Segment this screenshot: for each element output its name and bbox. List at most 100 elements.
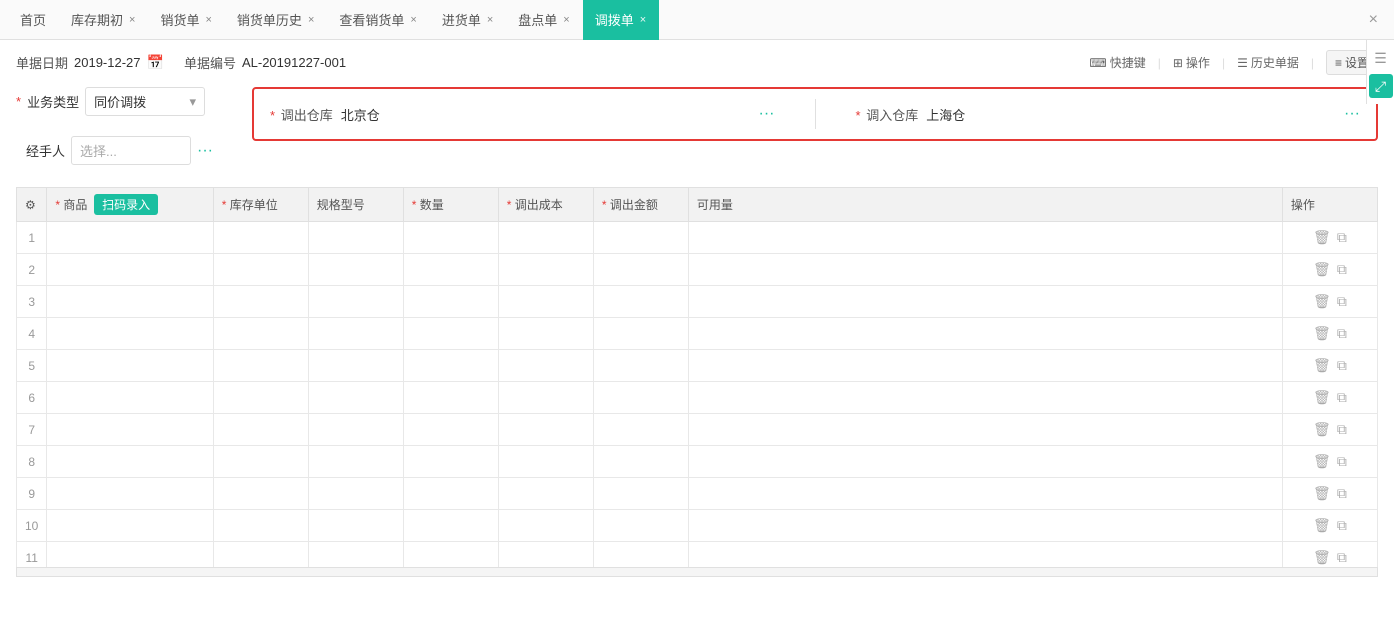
row-num: 5 bbox=[17, 350, 47, 382]
ops-cell: 🗑⧉ bbox=[1282, 382, 1377, 414]
copy-icon[interactable]: ⧉ bbox=[1337, 261, 1347, 277]
tab-close-purchase[interactable]: × bbox=[487, 14, 493, 26]
tab-label-home: 首页 bbox=[20, 10, 46, 29]
tab-transfer[interactable]: 调拨单 × bbox=[583, 0, 659, 40]
tab-label-view-sales: 查看销货单 bbox=[339, 10, 404, 29]
copy-icon[interactable]: ⧉ bbox=[1337, 229, 1347, 245]
history-label: 历史单据 bbox=[1251, 54, 1299, 71]
handler-label: 经手人 bbox=[26, 141, 65, 160]
th-ops: 操作 bbox=[1282, 188, 1377, 222]
tab-purchase[interactable]: 进货单 × bbox=[430, 0, 506, 40]
shortcut-icon: ⌨ bbox=[1089, 56, 1106, 70]
tab-close-sales-history[interactable]: × bbox=[308, 14, 314, 26]
delete-icon[interactable]: 🗑 bbox=[1313, 453, 1331, 469]
history-icon: ☰ bbox=[1237, 56, 1248, 70]
calendar-icon[interactable]: 📅 bbox=[147, 54, 164, 71]
tab-close-transfer[interactable]: × bbox=[640, 14, 646, 26]
handler-more-button[interactable]: ··· bbox=[197, 142, 213, 160]
delete-icon[interactable]: 🗑 bbox=[1313, 549, 1331, 565]
copy-icon[interactable]: ⧉ bbox=[1337, 293, 1347, 309]
row-num: 10 bbox=[17, 510, 47, 542]
transfer-out-req: * bbox=[270, 108, 275, 123]
ops-cell: 🗑⧉ bbox=[1282, 286, 1377, 318]
copy-icon[interactable]: ⧉ bbox=[1337, 549, 1347, 565]
copy-icon[interactable]: ⧉ bbox=[1337, 453, 1347, 469]
table-row: 4🗑⧉ bbox=[17, 318, 1378, 350]
history-tool[interactable]: ☰ 历史单据 bbox=[1237, 54, 1299, 71]
delete-icon[interactable]: 🗑 bbox=[1313, 421, 1331, 437]
transfer-out-more-button[interactable]: ··· bbox=[759, 105, 775, 123]
copy-icon[interactable]: ⧉ bbox=[1337, 389, 1347, 405]
transfer-in-value[interactable]: 上海仓 bbox=[926, 105, 965, 124]
tab-home[interactable]: 首页 bbox=[8, 0, 59, 40]
delete-icon[interactable]: 🗑 bbox=[1313, 357, 1331, 373]
delete-icon[interactable]: 🗑 bbox=[1313, 261, 1331, 277]
tab-inventory-check[interactable]: 盘点单 × bbox=[506, 0, 582, 40]
row-num: 8 bbox=[17, 446, 47, 478]
scan-button[interactable]: 扫码录入 bbox=[94, 194, 158, 215]
shortcut-tool[interactable]: ⌨ 快捷键 bbox=[1089, 54, 1145, 71]
transfer-in-label: * 调入仓库 bbox=[856, 105, 919, 124]
operations-tool[interactable]: ⊞ 操作 bbox=[1173, 54, 1210, 71]
copy-icon[interactable]: ⧉ bbox=[1337, 421, 1347, 437]
th-gear[interactable]: ⚙ bbox=[17, 188, 47, 222]
copy-icon[interactable]: ⧉ bbox=[1337, 517, 1347, 533]
handler-input[interactable]: 选择... bbox=[71, 136, 191, 165]
shortcut-label: 快捷键 bbox=[1110, 54, 1146, 71]
delete-icon[interactable]: 🗑 bbox=[1313, 485, 1331, 501]
table-row: 3🗑⧉ bbox=[17, 286, 1378, 318]
handler-field: 经手人 选择... ··· bbox=[16, 136, 213, 165]
transfer-in-more-button[interactable]: ··· bbox=[1344, 105, 1360, 123]
tab-close-inventory-init[interactable]: × bbox=[129, 14, 135, 26]
biz-type-input[interactable]: 同价调拨 ▾ bbox=[85, 87, 205, 116]
tab-inventory-init[interactable]: 库存期初 × bbox=[59, 0, 148, 40]
delete-icon[interactable]: 🗑 bbox=[1313, 517, 1331, 533]
transfer-out-value[interactable]: 北京仓 bbox=[341, 105, 380, 124]
tab-close-inventory-check[interactable]: × bbox=[563, 14, 569, 26]
th-available: 可用量 bbox=[688, 188, 1282, 222]
ops-cell: 🗑⧉ bbox=[1282, 254, 1377, 286]
tab-view-sales[interactable]: 查看销货单 × bbox=[327, 0, 429, 40]
delete-icon[interactable]: 🗑 bbox=[1313, 229, 1331, 245]
sidebar-list-icon[interactable]: ☰ bbox=[1369, 46, 1393, 70]
transfer-in-group: * 调入仓库 上海仓 ··· bbox=[856, 105, 1361, 124]
tab-label-inventory-check: 盘点单 bbox=[518, 10, 557, 29]
ops-cell: 🗑⧉ bbox=[1282, 350, 1377, 382]
row-num: 2 bbox=[17, 254, 47, 286]
horizontal-scrollbar[interactable] bbox=[16, 567, 1378, 577]
row-num: 1 bbox=[17, 222, 47, 254]
delete-icon[interactable]: 🗑 bbox=[1313, 389, 1331, 405]
doc-no-label: 单据编号 bbox=[184, 53, 236, 72]
transfer-out-group: * 调出仓库 北京仓 ··· bbox=[270, 105, 775, 124]
ops-cell: 🗑⧉ bbox=[1282, 510, 1377, 542]
biz-type-label: 业务类型 bbox=[27, 92, 79, 111]
copy-icon[interactable]: ⧉ bbox=[1337, 325, 1347, 341]
amount-req: * bbox=[602, 198, 607, 212]
table-row: 6🗑⧉ bbox=[17, 382, 1378, 414]
biz-type-req: * bbox=[16, 94, 21, 109]
divider-1: | bbox=[1158, 56, 1161, 70]
copy-icon[interactable]: ⧉ bbox=[1337, 357, 1347, 373]
th-product: * 商品 扫码录入 bbox=[47, 188, 213, 222]
copy-icon[interactable]: ⧉ bbox=[1337, 485, 1347, 501]
tab-bar-close-all[interactable]: × bbox=[1361, 11, 1386, 29]
table-row: 2🗑⧉ bbox=[17, 254, 1378, 286]
doc-no-field: 单据编号 AL-20191227-001 bbox=[184, 53, 346, 72]
ops-cell: 🗑⧉ bbox=[1282, 318, 1377, 350]
delete-icon[interactable]: 🗑 bbox=[1313, 293, 1331, 309]
tab-label-purchase: 进货单 bbox=[442, 10, 481, 29]
tab-sales-order[interactable]: 销货单 × bbox=[148, 0, 224, 40]
tab-close-sales-order[interactable]: × bbox=[205, 14, 211, 26]
main-content: 单据日期 2019-12-27 📅 单据编号 AL-20191227-001 ⌨… bbox=[0, 40, 1394, 587]
delete-icon[interactable]: 🗑 bbox=[1313, 325, 1331, 341]
tab-sales-history[interactable]: 销货单历史 × bbox=[225, 0, 327, 40]
sidebar-expand-icon[interactable]: ⤢ bbox=[1369, 74, 1393, 98]
warehouse-section: * 调出仓库 北京仓 ··· * 调入仓库 上海仓 ··· bbox=[252, 87, 1378, 141]
table-row: 9🗑⧉ bbox=[17, 478, 1378, 510]
doc-date-label: 单据日期 bbox=[16, 53, 68, 72]
tab-close-view-sales[interactable]: × bbox=[410, 14, 416, 26]
ops-cell: 🗑⧉ bbox=[1282, 478, 1377, 510]
th-unit: * 库存单位 bbox=[213, 188, 308, 222]
doc-date-value: 2019-12-27 bbox=[74, 55, 141, 70]
cost-req: * bbox=[507, 198, 512, 212]
